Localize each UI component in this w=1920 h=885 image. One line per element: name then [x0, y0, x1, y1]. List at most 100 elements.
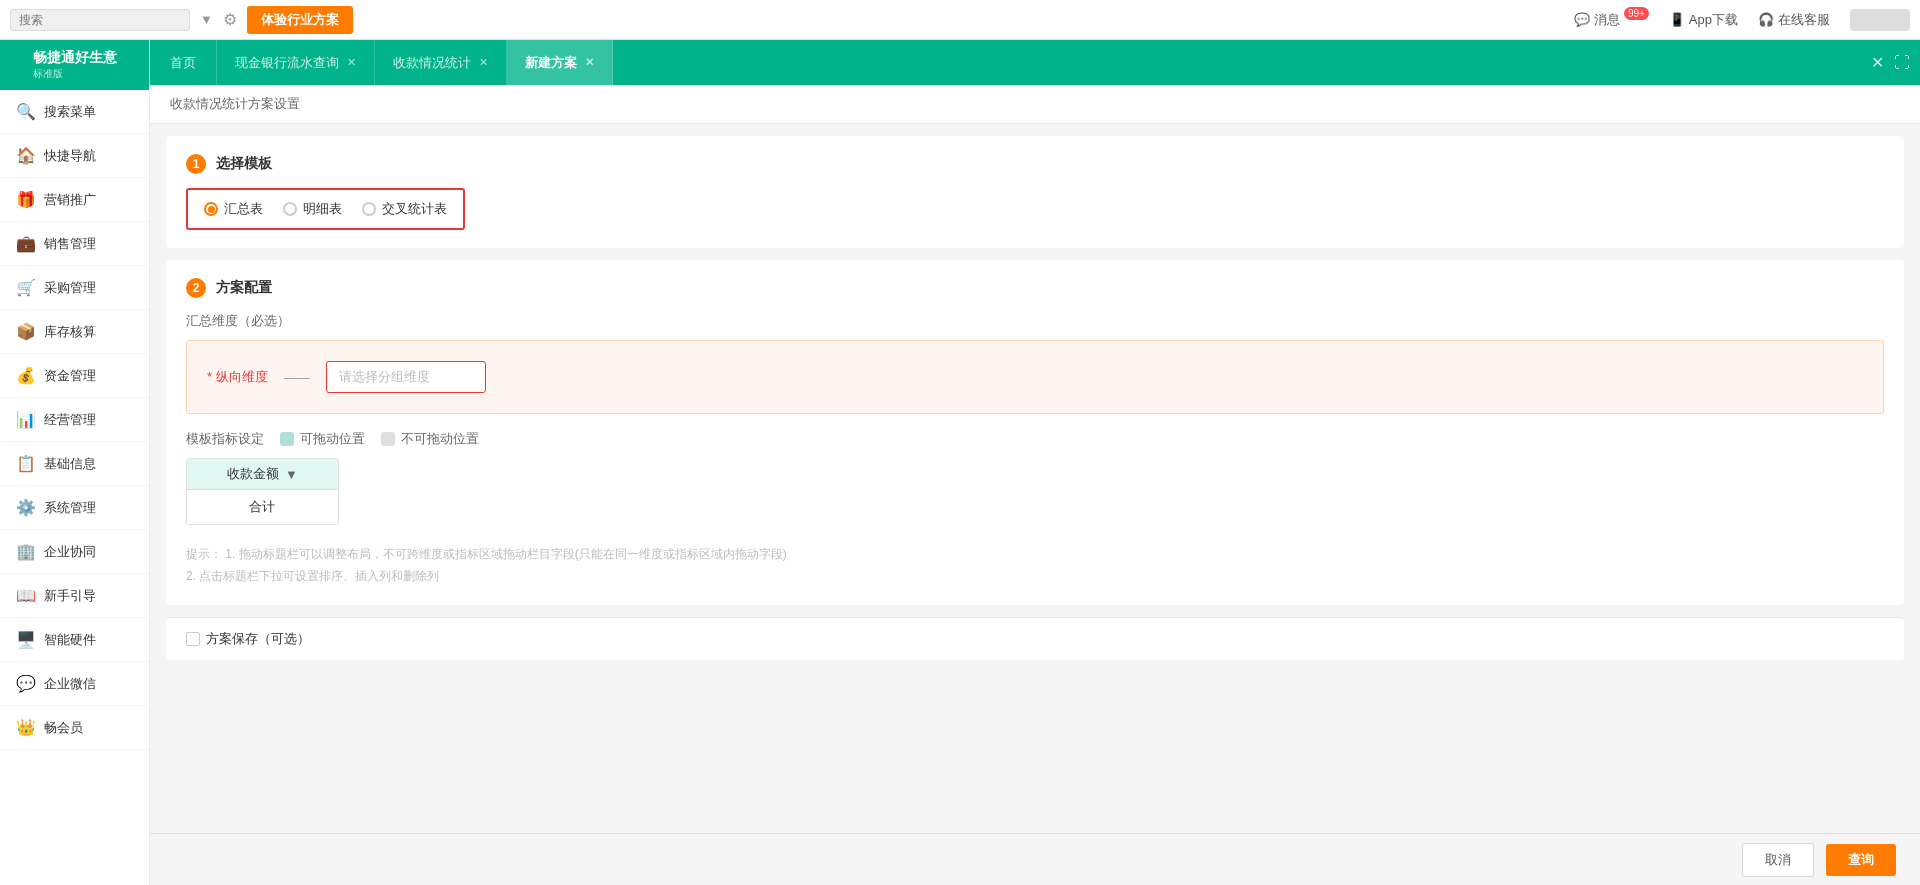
- dimension-row: 纵向维度 —— 请选择分组维度: [207, 361, 1863, 393]
- download-icon: 📱: [1669, 12, 1685, 27]
- radio-circle-detail: [283, 202, 297, 216]
- monitor-icon: 🖥️: [16, 630, 36, 649]
- box-icon: 📦: [16, 322, 36, 341]
- sidebar-item-label: 采购管理: [44, 279, 96, 297]
- dimension-title: 汇总维度（必选）: [186, 312, 1884, 330]
- gear-icon[interactable]: ⚙: [223, 10, 237, 29]
- tab-label: 首页: [170, 54, 196, 72]
- top-search-input[interactable]: [10, 9, 190, 31]
- metrics-col-label: 收款金额: [227, 465, 279, 483]
- briefcase-icon: 💼: [16, 234, 36, 253]
- tab-home[interactable]: 首页: [150, 40, 217, 85]
- metrics-table-header: 收款金额 ▼: [187, 459, 338, 490]
- legend-draggable: 可拖动位置: [280, 430, 365, 448]
- sidebar-item-inventory[interactable]: 📦 库存核算: [0, 310, 149, 354]
- tab-bar-right: ✕ ⛶: [1871, 53, 1920, 72]
- sidebar-item-label: 畅会员: [44, 719, 83, 737]
- tab-bar: 首页 现金银行流水查询 ✕ 收款情况统计 ✕ 新建方案 ✕ ✕ ⛶: [150, 40, 1920, 85]
- logo-sub: 标准版: [33, 67, 117, 81]
- sidebar-item-label: 营销推广: [44, 191, 96, 209]
- metrics-header: 模板指标设定 可拖动位置 不可拖动位置: [186, 430, 1884, 448]
- sidebar-item-label: 智能硬件: [44, 631, 96, 649]
- tab-bank-flow[interactable]: 现金银行流水查询 ✕: [217, 40, 375, 85]
- chevron-down-icon[interactable]: ▼: [200, 12, 213, 27]
- step1-label: 1 选择模板: [186, 154, 1884, 174]
- tab-new-plan[interactable]: 新建方案 ✕: [507, 40, 613, 85]
- sidebar-item-sales[interactable]: 💼 销售管理: [0, 222, 149, 266]
- sidebar-item-label: 库存核算: [44, 323, 96, 341]
- metrics-table-cell: 合计: [187, 490, 338, 524]
- section2-card: 2 方案配置 汇总维度（必选） 纵向维度 —— 请选择分组维度: [166, 260, 1904, 605]
- arrow-indicator: ——: [284, 370, 310, 385]
- sidebar-item-label: 基础信息: [44, 455, 96, 473]
- col-dropdown-icon[interactable]: ▼: [285, 467, 298, 482]
- sidebar-item-wechat[interactable]: 💬 企业微信: [0, 662, 149, 706]
- avatar[interactable]: [1850, 9, 1910, 31]
- radio-label-summary: 汇总表: [224, 200, 263, 218]
- non-draggable-legend-box: [381, 432, 395, 446]
- close-window-icon[interactable]: ✕: [1871, 53, 1884, 72]
- sidebar-item-hardware[interactable]: 🖥️ 智能硬件: [0, 618, 149, 662]
- tab-close-collection-stats[interactable]: ✕: [479, 56, 488, 69]
- top-bar-right: 💬 消息 99+ 📱 App下载 🎧 在线客服: [1574, 9, 1910, 31]
- message-button[interactable]: 💬 消息 99+: [1574, 11, 1649, 29]
- download-button[interactable]: 📱 App下载: [1669, 11, 1738, 29]
- support-button[interactable]: 🎧 在线客服: [1758, 11, 1830, 29]
- gift-icon: 🎁: [16, 190, 36, 209]
- sidebar-item-enterprise[interactable]: 🏢 企业协同: [0, 530, 149, 574]
- query-button[interactable]: 查询: [1826, 844, 1896, 876]
- tab-close-bank-flow[interactable]: ✕: [347, 56, 356, 69]
- metrics-section: 模板指标设定 可拖动位置 不可拖动位置 收款金额 ▼: [186, 430, 1884, 528]
- tab-close-new-plan[interactable]: ✕: [585, 56, 594, 69]
- step2-label: 2 方案配置: [186, 278, 1884, 298]
- home-icon: 🏠: [16, 146, 36, 165]
- sidebar-item-label: 销售管理: [44, 235, 96, 253]
- search-icon: 🔍: [16, 102, 36, 121]
- sidebar-item-search-menu[interactable]: 🔍 搜索菜单: [0, 90, 149, 134]
- radio-cross[interactable]: 交叉统计表: [362, 200, 447, 218]
- sidebar-item-marketing[interactable]: 🎁 营销推广: [0, 178, 149, 222]
- radio-label-detail: 明细表: [303, 200, 342, 218]
- sidebar-item-member[interactable]: 👑 畅会员: [0, 706, 149, 750]
- arrow-icon: ——: [284, 370, 310, 385]
- radio-detail[interactable]: 明细表: [283, 200, 342, 218]
- metrics-title: 模板指标设定: [186, 430, 264, 448]
- draggable-label: 可拖动位置: [300, 430, 365, 448]
- sidebar-item-label: 系统管理: [44, 499, 96, 517]
- step1-title: 选择模板: [216, 155, 272, 173]
- money-icon: 💰: [16, 366, 36, 385]
- sidebar-item-label: 新手引导: [44, 587, 96, 605]
- sidebar-item-quick-nav[interactable]: 🏠 快捷导航: [0, 134, 149, 178]
- sidebar-item-purchase[interactable]: 🛒 采购管理: [0, 266, 149, 310]
- radio-circle-cross: [362, 202, 376, 216]
- logo-text: 畅捷通好生意: [33, 49, 117, 67]
- save-checkbox-label[interactable]: 方案保存（可选）: [186, 630, 310, 648]
- section1-card: 1 选择模板 汇总表 明细表: [166, 136, 1904, 248]
- tip-item-2: 2. 点击标题栏下拉可设置排序、插入列和删除列: [186, 566, 1884, 588]
- page-content: 收款情况统计方案设置 1 选择模板 汇总表 明: [150, 85, 1920, 885]
- sidebar-item-label: 企业协同: [44, 543, 96, 561]
- sidebar-item-label: 经营管理: [44, 411, 96, 429]
- radio-label-cross: 交叉统计表: [382, 200, 447, 218]
- tab-collection-stats[interactable]: 收款情况统计 ✕: [375, 40, 507, 85]
- sidebar-logo: 畅捷通好生意 标准版: [0, 40, 149, 90]
- cancel-button[interactable]: 取消: [1742, 843, 1814, 877]
- radio-summary[interactable]: 汇总表: [204, 200, 263, 218]
- sidebar: 畅捷通好生意 标准版 🔍 搜索菜单 🏠 快捷导航 🎁 营销推广 💼 销售管理 🛒…: [0, 40, 150, 885]
- step2-title: 方案配置: [216, 279, 272, 297]
- sidebar-item-finance[interactable]: 💰 资金管理: [0, 354, 149, 398]
- dimension-select[interactable]: 请选择分组维度: [326, 361, 486, 393]
- radio-circle-summary: [204, 202, 218, 216]
- trial-button[interactable]: 体验行业方案: [247, 6, 353, 34]
- tab-label: 新建方案: [525, 54, 577, 72]
- settings-icon: ⚙️: [16, 498, 36, 517]
- maximize-icon[interactable]: ⛶: [1894, 54, 1910, 72]
- save-checkbox[interactable]: [186, 632, 200, 646]
- sidebar-item-system[interactable]: ⚙️ 系统管理: [0, 486, 149, 530]
- sidebar-item-operations[interactable]: 📊 经营管理: [0, 398, 149, 442]
- cart-icon: 🛒: [16, 278, 36, 297]
- sidebar-item-basic-info[interactable]: 📋 基础信息: [0, 442, 149, 486]
- sidebar-item-guide[interactable]: 📖 新手引导: [0, 574, 149, 618]
- tab-label: 收款情况统计: [393, 54, 471, 72]
- message-badge: 99+: [1624, 7, 1649, 20]
